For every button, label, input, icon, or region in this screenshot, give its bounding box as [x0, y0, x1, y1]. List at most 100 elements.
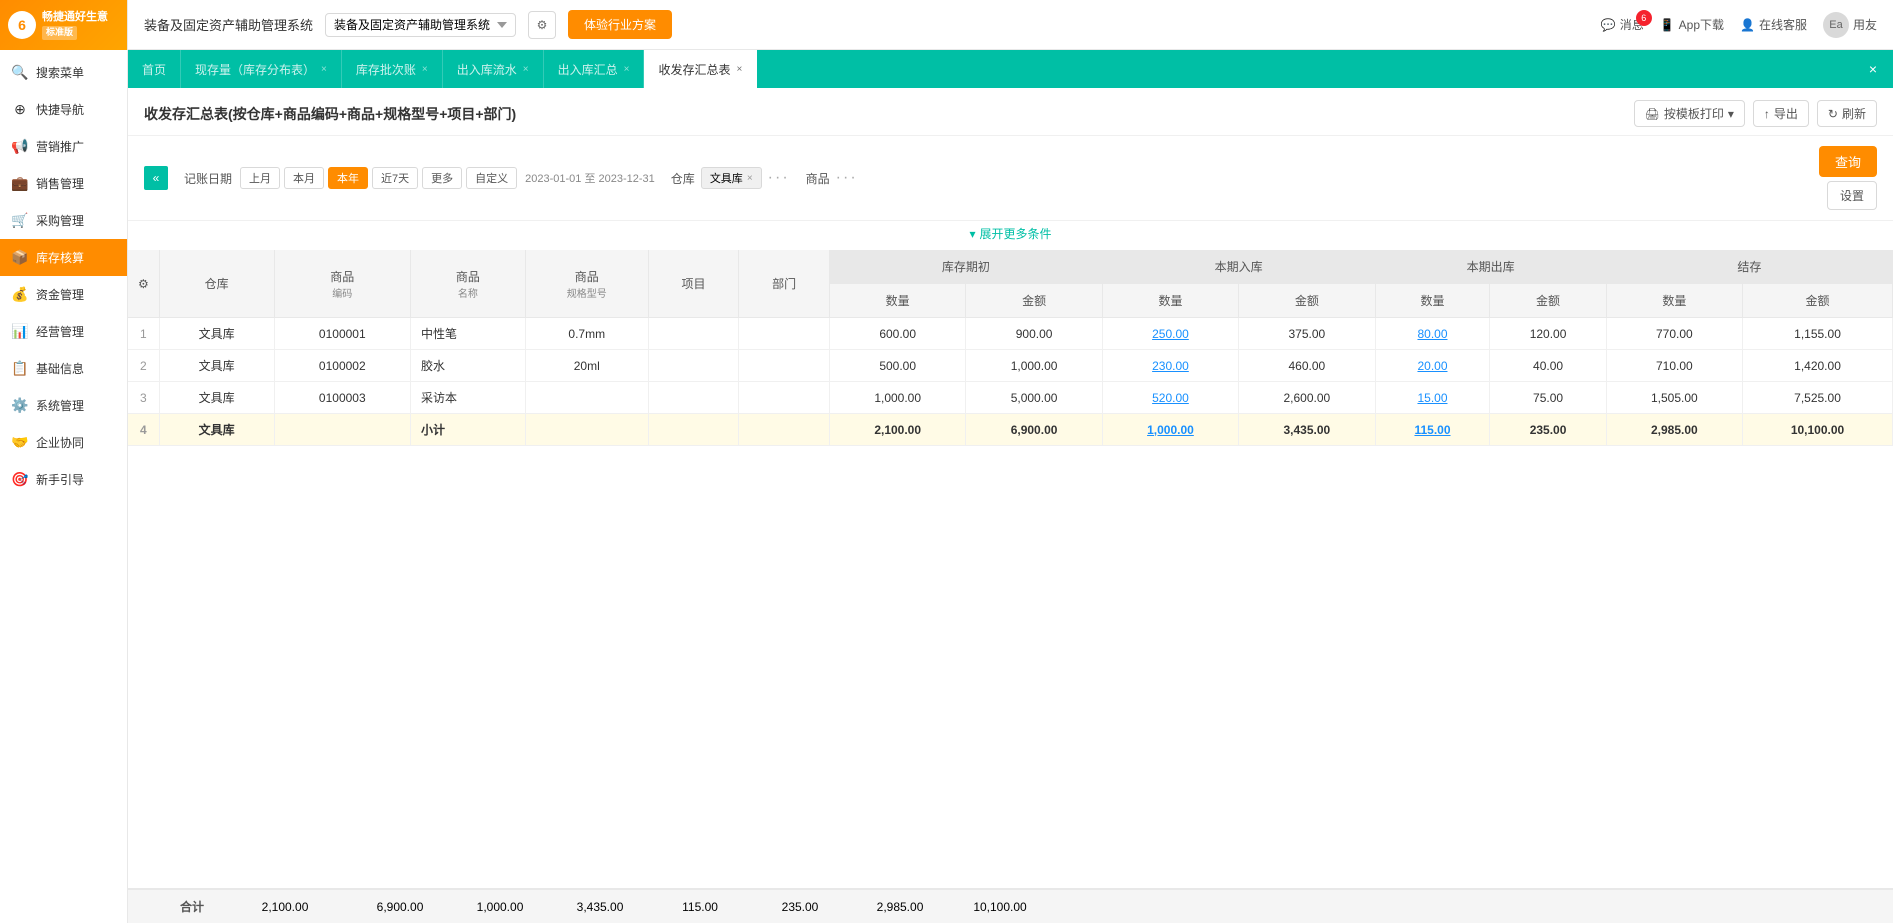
topbar-left: 装备及固定资产辅助管理系统 装备及固定资产辅助管理系统 ⚙ 体验行业方案: [144, 10, 672, 39]
total-in-amt: 3,435.00: [550, 900, 650, 914]
tab-summary[interactable]: 出入库汇总 ×: [544, 50, 645, 88]
export-label: 导出: [1774, 105, 1798, 122]
tab-stock-dist-close[interactable]: ×: [321, 64, 327, 75]
main-panel: 装备及固定资产辅助管理系统 装备及固定资产辅助管理系统 ⚙ 体验行业方案 💬 消…: [128, 0, 1893, 923]
sidebar-item-10[interactable]: 🤝企业协同: [0, 424, 127, 461]
cell-out-amt-3: 235.00: [1490, 414, 1606, 446]
cell-out-qty-0[interactable]: 80.00: [1375, 318, 1490, 350]
goods-more-dots[interactable]: ···: [836, 169, 858, 187]
warehouse-tag-value: 文具库: [710, 170, 743, 186]
warehouse-more-dots[interactable]: ···: [768, 169, 790, 187]
cell-out-qty-2[interactable]: 15.00: [1375, 382, 1490, 414]
sidebar-item-1[interactable]: ⊕快捷导航: [0, 91, 127, 128]
th-opening-group: 库存期初: [829, 250, 1102, 284]
app-name: 畅捷通好生意 标准版: [42, 10, 108, 40]
sidebar-item-3[interactable]: 💼销售管理: [0, 165, 127, 202]
date-buttons: 上月 本月 本年 近7天 更多 自定义: [240, 167, 517, 189]
filter-bar: « 记账日期 上月 本月 本年 近7天 更多 自定义 2023-01-01 至 …: [128, 136, 1893, 221]
system-select[interactable]: 装备及固定资产辅助管理系统: [325, 13, 516, 37]
expand-row: ▾ 展开更多条件: [128, 221, 1893, 250]
sidebar-icon-7: 📊: [12, 324, 28, 340]
tab-stock-dist[interactable]: 现存量（库存分布表） ×: [181, 50, 342, 88]
date-btn-more[interactable]: 更多: [422, 167, 462, 189]
sidebar-item-0[interactable]: 🔍搜索菜单: [0, 54, 127, 91]
sidebar-label-2: 营销推广: [36, 138, 84, 155]
th-out-qty: 数量: [1375, 284, 1490, 318]
export-button[interactable]: ↑ 导出: [1753, 100, 1809, 127]
cell-balance-qty-3: 2,985.00: [1606, 414, 1742, 446]
table-row: 1 文具库 0100001 中性笔 0.7mm 600.00 900.00 25…: [128, 318, 1893, 350]
cell-out-qty-1[interactable]: 20.00: [1375, 350, 1490, 382]
cell-in-qty-1[interactable]: 230.00: [1102, 350, 1238, 382]
app-download-item[interactable]: 📱 App下载: [1660, 16, 1724, 33]
sidebar-item-4[interactable]: 🛒采购管理: [0, 202, 127, 239]
tabs-close-all[interactable]: ×: [1861, 61, 1885, 77]
sidebar-label-9: 系统管理: [36, 397, 84, 414]
sidebar-item-2[interactable]: 📢营销推广: [0, 128, 127, 165]
total-balance-qty: 2,985.00: [850, 900, 950, 914]
date-btn-last-month[interactable]: 上月: [240, 167, 280, 189]
tab-home[interactable]: 首页: [128, 50, 181, 88]
tab-flow-close[interactable]: ×: [523, 64, 529, 75]
service-icon: 👤: [1740, 18, 1755, 32]
tab-batch-close[interactable]: ×: [422, 64, 428, 75]
sidebar-item-6[interactable]: 💰资金管理: [0, 276, 127, 313]
cell-in-qty-0[interactable]: 250.00: [1102, 318, 1238, 350]
sidebar-item-7[interactable]: 📊经营管理: [0, 313, 127, 350]
messages-item[interactable]: 💬 消息 6: [1601, 16, 1644, 33]
tab-home-label: 首页: [142, 61, 166, 78]
date-btn-custom[interactable]: 自定义: [466, 167, 517, 189]
query-button[interactable]: 查询: [1819, 146, 1877, 177]
cell-out-qty-3[interactable]: 115.00: [1375, 414, 1490, 446]
warehouse-filter: 仓库 文具库 × ···: [671, 167, 790, 189]
sidebar-item-9[interactable]: ⚙️系统管理: [0, 387, 127, 424]
user-avatar: Ea: [1823, 12, 1849, 38]
date-btn-this-month[interactable]: 本月: [284, 167, 324, 189]
cell-dept-3: [739, 414, 830, 446]
user-item[interactable]: Ea 用友: [1823, 12, 1877, 38]
cell-opening-amt-3: 6,900.00: [966, 414, 1102, 446]
table-row: 4 文具库 小计 2,100.00 6,900.00 1,000.00 3,43…: [128, 414, 1893, 446]
gear-button[interactable]: ⚙: [528, 11, 556, 39]
sidebar-item-11[interactable]: 🎯新手引导: [0, 461, 127, 498]
expand-conditions-button[interactable]: ▾ 展开更多条件: [969, 225, 1051, 242]
tab-flow[interactable]: 出入库流水 ×: [443, 50, 544, 88]
bottom-values: 2,100.00 6,900.00 1,000.00 3,435.00 115.…: [220, 900, 1050, 914]
cell-warehouse-3: 文具库: [159, 414, 274, 446]
cell-code-0: 0100001: [274, 318, 410, 350]
sidebar-icon-5: 📦: [12, 250, 28, 266]
refresh-button[interactable]: ↻ 刷新: [1817, 100, 1877, 127]
date-btn-7days[interactable]: 近7天: [372, 167, 418, 189]
sidebar-item-8[interactable]: 📋基础信息: [0, 350, 127, 387]
cell-opening-amt-0: 900.00: [966, 318, 1102, 350]
cell-in-qty-2[interactable]: 520.00: [1102, 382, 1238, 414]
cell-dept-0: [739, 318, 830, 350]
page-actions: 🖨 按模板打印 ▾ ↑ 导出 ↻ 刷新: [1634, 100, 1877, 127]
th-settings[interactable]: ⚙: [128, 250, 159, 318]
cell-opening-qty-1: 500.00: [829, 350, 965, 382]
tab-receipt-summary[interactable]: 收发存汇总表 ×: [644, 50, 757, 88]
online-service-item[interactable]: 👤 在线客服: [1740, 16, 1807, 33]
tab-receipt-summary-close[interactable]: ×: [736, 64, 742, 75]
cell-balance-amt-1: 1,420.00: [1743, 350, 1893, 382]
date-btn-this-year[interactable]: 本年: [328, 167, 368, 189]
tab-batch[interactable]: 库存批次账 ×: [342, 50, 443, 88]
th-in-amt: 金额: [1239, 284, 1375, 318]
cell-balance-amt-2: 7,525.00: [1743, 382, 1893, 414]
warehouse-tag[interactable]: 文具库 ×: [701, 167, 762, 189]
page-title: 收发存汇总表(按仓库+商品编码+商品+规格型号+项目+部门): [144, 104, 516, 124]
filter-collapse-button[interactable]: «: [144, 166, 168, 190]
set-button[interactable]: 设置: [1827, 181, 1877, 210]
sidebar-icon-6: 💰: [12, 287, 28, 303]
print-button[interactable]: 🖨 按模板打印 ▾: [1634, 100, 1745, 127]
logo-icon: 6: [8, 11, 36, 39]
warehouse-tag-close[interactable]: ×: [747, 173, 753, 184]
tab-summary-close[interactable]: ×: [624, 64, 630, 75]
sidebar-label-0: 搜索菜单: [36, 64, 84, 81]
cell-in-qty-3[interactable]: 1,000.00: [1102, 414, 1238, 446]
cell-spec-2: [525, 382, 648, 414]
cell-out-amt-2: 75.00: [1490, 382, 1606, 414]
trial-button[interactable]: 体验行业方案: [568, 10, 672, 39]
cell-opening-amt-2: 5,000.00: [966, 382, 1102, 414]
sidebar-item-5[interactable]: 📦库存核算: [0, 239, 127, 276]
